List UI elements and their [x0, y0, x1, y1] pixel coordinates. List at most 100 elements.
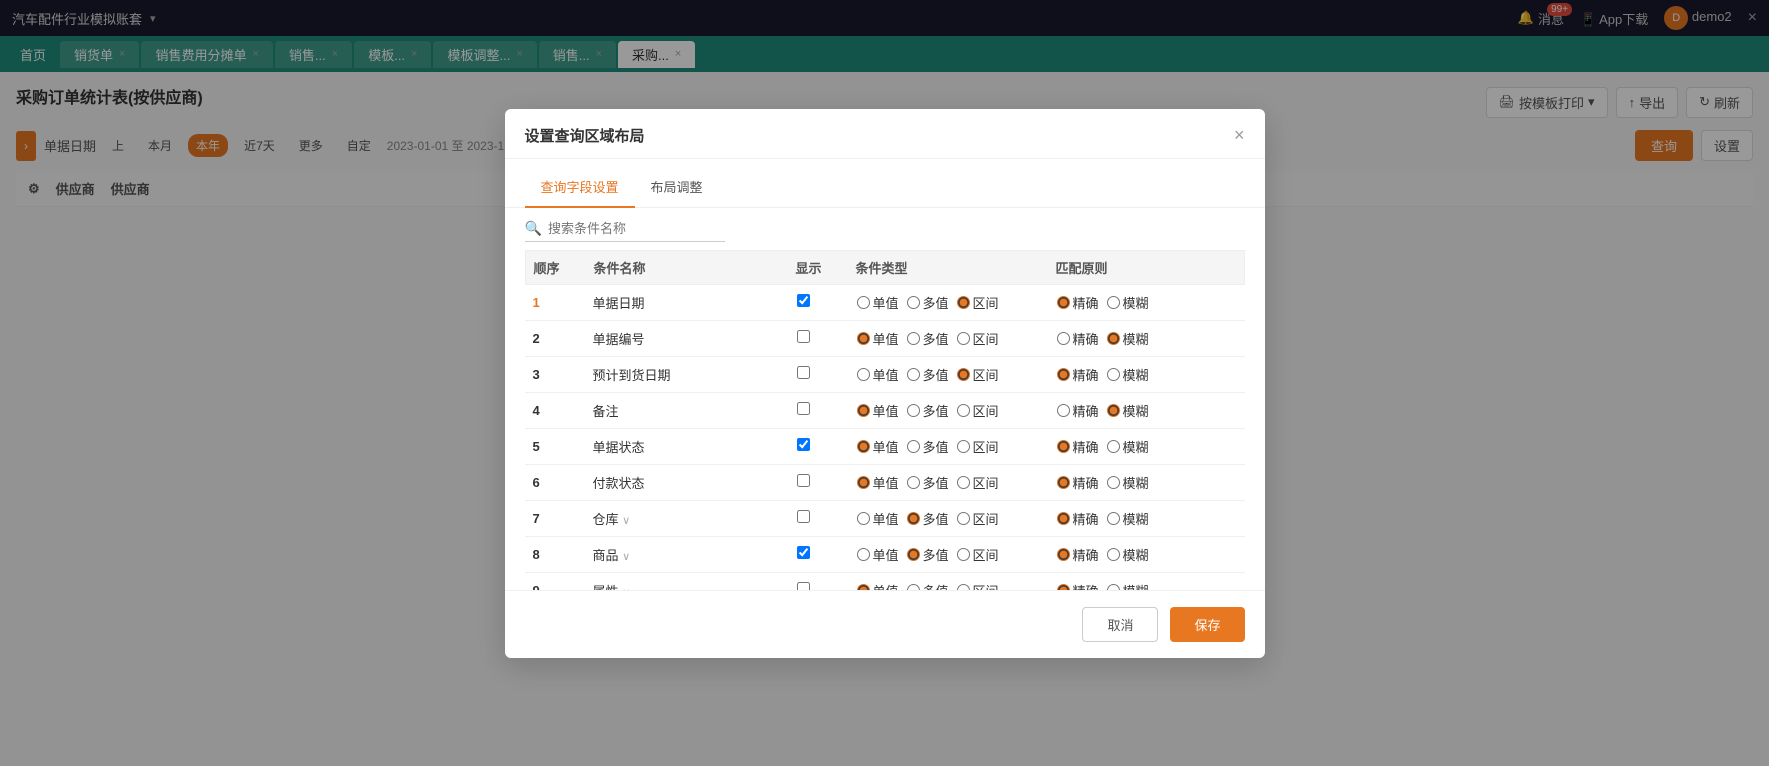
type-range[interactable]: 区间	[957, 401, 999, 420]
match-fuzzy[interactable]: 模糊	[1107, 581, 1149, 590]
type-range[interactable]: 区间	[957, 329, 999, 348]
type-single[interactable]: 单值	[857, 437, 899, 456]
dialog-search-area: 🔍	[505, 208, 1265, 250]
table-row: 7 仓库 ∨ 单值 多值 区间 精确 模糊	[525, 501, 1245, 537]
type-multi[interactable]: 多值	[907, 401, 949, 420]
dialog-tabs: 查询字段设置 布局调整	[505, 159, 1265, 208]
condition-name: 属性 ∨	[593, 581, 797, 590]
type-range[interactable]: 区间	[957, 437, 999, 456]
display-checkbox[interactable]	[797, 582, 857, 590]
condition-name: 仓库 ∨	[593, 509, 797, 528]
match-exact[interactable]: 精确	[1057, 401, 1099, 420]
dropdown-icon: ∨	[622, 515, 630, 527]
match-exact[interactable]: 精确	[1057, 293, 1099, 312]
match-exact[interactable]: 精确	[1057, 581, 1099, 590]
match-radio-group: 精确 模糊	[1057, 401, 1237, 420]
dialog-header: 设置查询区域布局 ×	[505, 109, 1265, 159]
type-radio-group: 单值 多值 区间	[857, 329, 1057, 348]
table-row: 9 属性 ∨ 单值 多值 区间 精确 模糊	[525, 573, 1245, 590]
type-multi[interactable]: 多值	[907, 473, 949, 492]
condition-name: 备注	[593, 401, 797, 420]
match-fuzzy[interactable]: 模糊	[1107, 473, 1149, 492]
row-number: 5	[533, 439, 593, 454]
row-number: 7	[533, 511, 593, 526]
type-single[interactable]: 单值	[857, 293, 899, 312]
row-number: 9	[533, 583, 593, 590]
type-range[interactable]: 区间	[957, 509, 999, 528]
match-radio-group: 精确 模糊	[1057, 365, 1237, 384]
type-range[interactable]: 区间	[957, 545, 999, 564]
table-row: 2 单据编号 单值 多值 区间 精确 模糊	[525, 321, 1245, 357]
match-exact[interactable]: 精确	[1057, 437, 1099, 456]
type-range[interactable]: 区间	[957, 365, 999, 384]
dialog-footer: 取消 保存	[505, 590, 1265, 658]
match-exact[interactable]: 精确	[1057, 509, 1099, 528]
display-checkbox[interactable]	[797, 510, 857, 526]
row-number: 4	[533, 403, 593, 418]
type-single[interactable]: 单值	[857, 329, 899, 348]
match-exact[interactable]: 精确	[1057, 329, 1099, 348]
type-radio-group: 单值 多值 区间	[857, 545, 1057, 564]
display-checkbox[interactable]	[797, 402, 857, 418]
type-multi[interactable]: 多值	[907, 329, 949, 348]
type-multi[interactable]: 多值	[907, 365, 949, 384]
condition-name: 付款状态	[593, 473, 797, 492]
display-checkbox[interactable]	[797, 330, 857, 346]
dialog-tab-query-fields[interactable]: 查询字段设置	[525, 171, 635, 208]
match-fuzzy[interactable]: 模糊	[1107, 545, 1149, 564]
condition-name: 单据编号	[593, 329, 797, 348]
type-single[interactable]: 单值	[857, 365, 899, 384]
col-name: 条件名称	[594, 258, 796, 277]
type-range[interactable]: 区间	[957, 581, 999, 590]
type-range[interactable]: 区间	[957, 293, 999, 312]
type-multi[interactable]: 多值	[907, 437, 949, 456]
dialog-tab-layout[interactable]: 布局调整	[635, 171, 719, 208]
type-single[interactable]: 单值	[857, 581, 899, 590]
type-multi[interactable]: 多值	[907, 509, 949, 528]
col-match: 匹配原则	[1056, 258, 1236, 277]
table-row: 3 预计到货日期 单值 多值 区间 精确 模糊	[525, 357, 1245, 393]
match-radio-group: 精确 模糊	[1057, 473, 1237, 492]
row-number: 2	[533, 331, 593, 346]
match-exact[interactable]: 精确	[1057, 365, 1099, 384]
type-single[interactable]: 单值	[857, 545, 899, 564]
table-row: 6 付款状态 单值 多值 区间 精确 模糊	[525, 465, 1245, 501]
match-fuzzy[interactable]: 模糊	[1107, 293, 1149, 312]
table-row: 5 单据状态 单值 多值 区间 精确 模糊	[525, 429, 1245, 465]
table-row: 1 单据日期 单值 多值 区间 精确 模糊	[525, 285, 1245, 321]
type-radio-group: 单值 多值 区间	[857, 437, 1057, 456]
match-fuzzy[interactable]: 模糊	[1107, 437, 1149, 456]
row-number: 3	[533, 367, 593, 382]
type-radio-group: 单值 多值 区间	[857, 473, 1057, 492]
display-checkbox[interactable]	[797, 366, 857, 382]
type-radio-group: 单值 多值 区间	[857, 401, 1057, 420]
type-single[interactable]: 单值	[857, 473, 899, 492]
match-fuzzy[interactable]: 模糊	[1107, 509, 1149, 528]
type-single[interactable]: 单值	[857, 401, 899, 420]
row-number: 6	[533, 475, 593, 490]
search-input[interactable]	[548, 221, 725, 236]
type-radio-group: 单值 多值 区间	[857, 365, 1057, 384]
dialog-close-button[interactable]: ×	[1234, 126, 1245, 144]
display-checkbox[interactable]	[797, 294, 857, 310]
type-single[interactable]: 单值	[857, 509, 899, 528]
match-fuzzy[interactable]: 模糊	[1107, 365, 1149, 384]
display-checkbox[interactable]	[797, 546, 857, 562]
row-number: 8	[533, 547, 593, 562]
condition-name: 单据日期	[593, 293, 797, 312]
display-checkbox[interactable]	[797, 474, 857, 490]
save-button[interactable]: 保存	[1170, 607, 1244, 642]
match-radio-group: 精确 模糊	[1057, 437, 1237, 456]
match-exact[interactable]: 精确	[1057, 473, 1099, 492]
match-fuzzy[interactable]: 模糊	[1107, 401, 1149, 420]
type-range[interactable]: 区间	[957, 473, 999, 492]
match-exact[interactable]: 精确	[1057, 545, 1099, 564]
display-checkbox[interactable]	[797, 438, 857, 454]
type-multi[interactable]: 多值	[907, 293, 949, 312]
type-multi[interactable]: 多值	[907, 581, 949, 590]
match-radio-group: 精确 模糊	[1057, 545, 1237, 564]
cancel-button[interactable]: 取消	[1082, 607, 1158, 642]
type-multi[interactable]: 多值	[907, 545, 949, 564]
match-fuzzy[interactable]: 模糊	[1107, 329, 1149, 348]
table-column-headers: 顺序 条件名称 显示 条件类型 匹配原则	[525, 250, 1245, 285]
